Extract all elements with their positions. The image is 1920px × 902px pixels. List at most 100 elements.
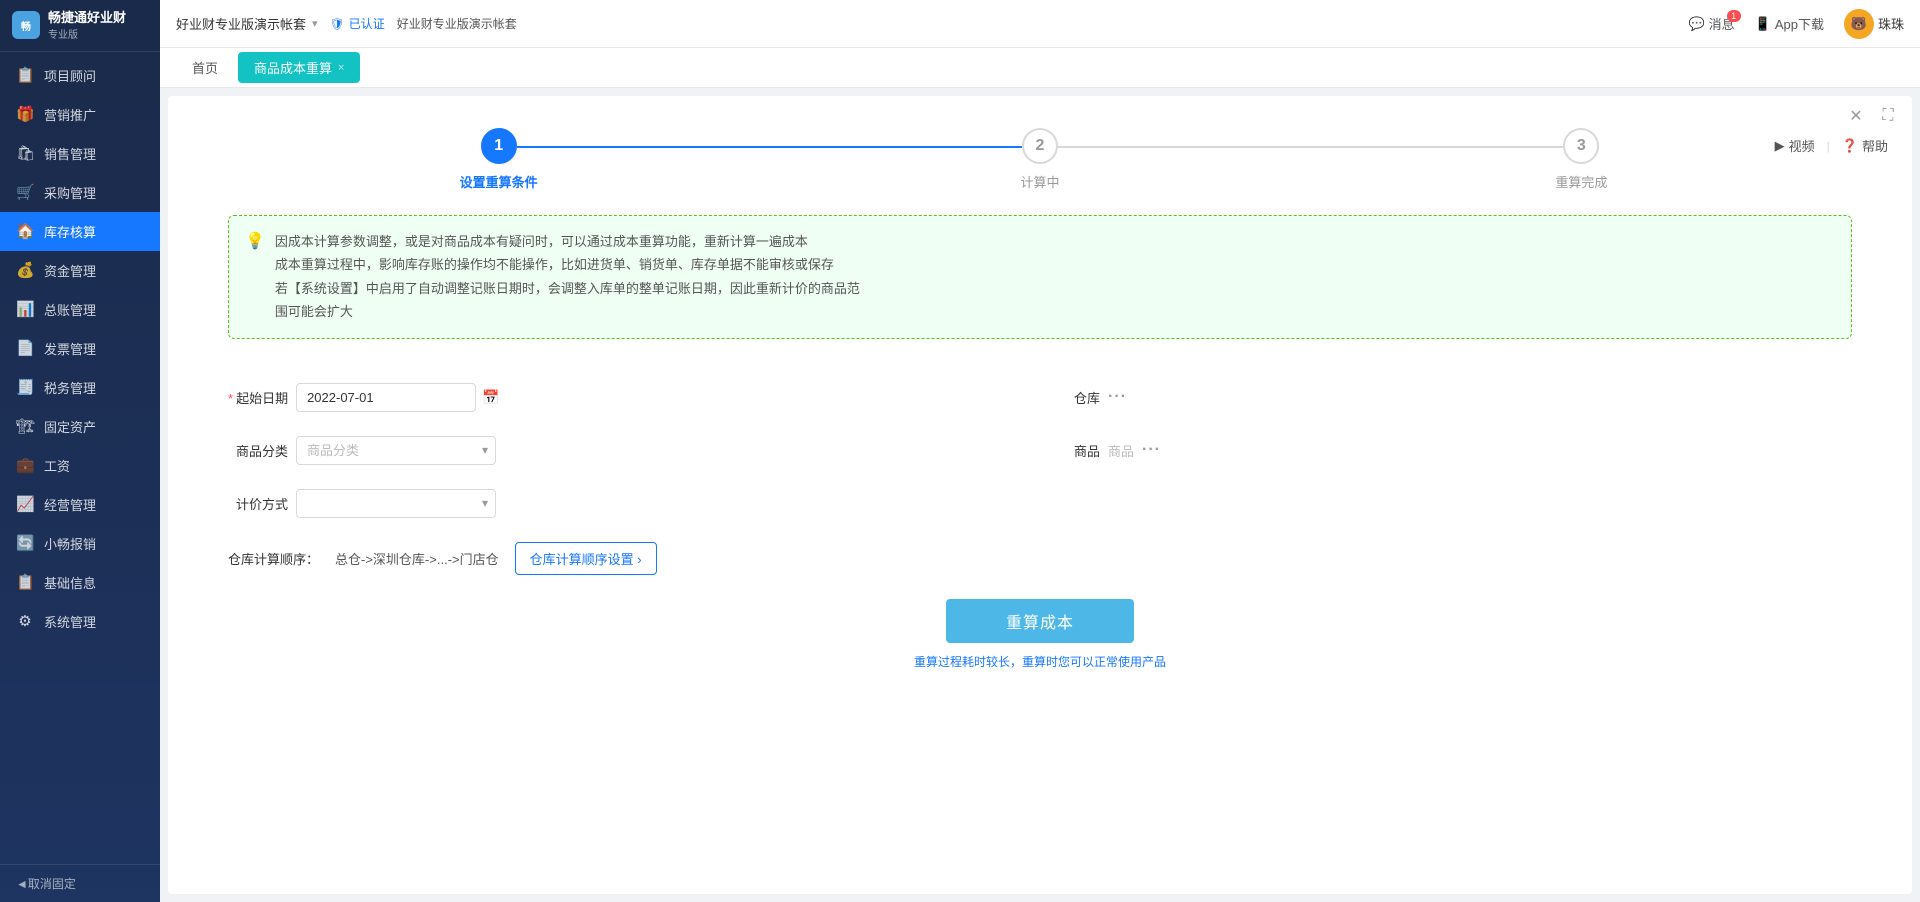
warehouse-order-settings-button[interactable]: 仓库计算顺序设置 › [515,542,657,575]
notice-content: 因成本计算参数调整，或是对商品成本有疑问时，可以通过成本重算功能，重新计算一遍成… [275,230,860,324]
payroll-icon: 💼 [16,456,34,474]
help-docs-link[interactable]: ❓ 帮助 [1842,136,1888,155]
sidebar-item-label-sales: 销售管理 [44,144,96,163]
sidebar-item-project[interactable]: 📋项目顾问 [0,56,160,95]
topbar-message[interactable]: 💬 消息 1 [1688,14,1734,33]
pricing-group: 计价方式 [228,489,1852,518]
sidebar-item-label-purchase: 采购管理 [44,183,96,202]
topbar-app-download[interactable]: 📱 App下载 [1755,14,1824,33]
sidebar-item-label-payroll: 工资 [44,456,70,475]
sidebar-item-assets[interactable]: 🏗 固定资产 [0,407,160,446]
sidebar-item-finance[interactable]: 💰 资金管理 [0,251,160,290]
step-1: 1 设置重算条件 [228,128,769,191]
sidebar-item-label-inventory: 库存核算 [44,222,96,241]
sidebar-item-label-basic: 基础信息 [44,573,96,592]
sidebar-item-label-system: 系统管理 [44,612,96,631]
inventory-icon: 🏠 [16,222,34,240]
expand-window-button[interactable]: ⛶ [1876,104,1900,128]
sidebar-item-label-operation: 经营管理 [44,495,96,514]
form-area: 起始日期 📅 仓库 ··· 商品分类 商品分类 [168,363,1912,690]
tab-home[interactable]: 首页 [176,52,234,83]
goods-label: 商品 [1040,441,1100,460]
pricing-select[interactable] [296,489,496,518]
topbar-app-label: App下载 [1775,14,1824,33]
notice-line-3: 若【系统设置】中启用了自动调整记账日期时，会调整入库单的整单记账日期，因此重新计… [275,277,860,300]
play-icon: ▶ [1775,138,1785,154]
close-window-button[interactable]: ✕ [1844,104,1868,128]
finance-icon: 💰 [16,261,34,279]
assets-icon: 🏗 [16,417,34,435]
project-icon: 📋 [16,66,34,84]
step-2-circle: 2 [1022,128,1058,164]
sidebar-item-expense[interactable]: 🔄小畅报销 [0,524,160,563]
sidebar-logo: 畅 [12,11,40,39]
warehouse-order-label: 仓库计算顺序： [228,549,319,568]
topbar-verified-label: 已认证 [349,15,385,32]
sidebar-item-label-finance: 资金管理 [44,261,96,280]
sidebar-footer[interactable]: ◄取消固定 [0,864,160,902]
sidebar-item-label-tax: 税务管理 [44,378,96,397]
category-group: 商品分类 商品分类 [228,436,1040,465]
notice-line-2: 成本重算过程中，影响库存账的操作均不能操作，比如进货单、销货单、库存单据不能审核… [275,253,860,276]
recalc-button[interactable]: 重算成本 [946,599,1134,643]
sidebar-item-basic[interactable]: 📋基础信息 [0,563,160,602]
warehouse-more-icon[interactable]: ··· [1108,388,1127,406]
sidebar-footer-label: ◄取消固定 [16,875,76,892]
topbar-user[interactable]: 🐻 珠珠 [1844,9,1904,39]
accounting-icon: 📊 [16,300,34,318]
step-3-label: 重算完成 [1555,172,1607,191]
topbar-account[interactable]: 好业财专业版演示帐套 ▾ [176,14,318,33]
tax-icon: 🧾 [16,378,34,396]
topbar-verified-badge: 🛡 已认证 [330,15,385,32]
sidebar-item-sales[interactable]: 🛍销售管理 [0,134,160,173]
goods-group: 商品 商品 ··· [1040,441,1852,460]
recalc-btn-label: 重算成本 [1006,615,1074,632]
sidebar-nav: 📋项目顾问🎁营销推广🛍销售管理🛒采购管理 🏠 库存核算 💰 资金管理 📊总账管理📄发票管理… [0,52,160,864]
tab-recalc[interactable]: 商品成本重算× [238,52,360,83]
sidebar-item-operation[interactable]: 📈 经营管理 [0,485,160,524]
sidebar-item-invoice[interactable]: 📄发票管理 [0,329,160,368]
form-row-3: 计价方式 [228,489,1852,518]
help-video-label: 视频 [1789,136,1815,155]
help-video-link[interactable]: ▶ 视频 [1775,136,1815,155]
sidebar-app-title: 畅捷通好业财 [48,10,126,26]
sidebar-title-area: 畅捷通好业财 专业版 [48,10,126,41]
sidebar-item-tax[interactable]: 🧾 税务管理 [0,368,160,407]
start-date-label: 起始日期 [228,388,288,407]
step-2: 2 计算中 [769,128,1310,191]
goods-more-icon[interactable]: ··· [1142,441,1161,459]
warehouse-order-row: 仓库计算顺序： 总仓->深圳仓库->...->门店仓 仓库计算顺序设置 › [228,542,1852,575]
tab-label-home: 首页 [192,58,218,77]
sidebar-item-purchase[interactable]: 🛒采购管理 [0,173,160,212]
page-content: ✕ ⛶ 1 设置重算条件 2 计算中 3 重算完成 ▶ [168,96,1912,894]
warehouse-label: 仓库 [1040,388,1100,407]
form-row-2: 商品分类 商品分类 商品 商品 ··· [228,436,1852,465]
window-controls: ✕ ⛶ [1844,104,1900,128]
sidebar-item-inventory[interactable]: 🏠 库存核算 [0,212,160,251]
goods-placeholder: 商品 [1108,441,1134,460]
sidebar: 畅 畅捷通好业财 专业版 📋项目顾问🎁营销推广🛍销售管理🛒采购管理 🏠 库存核算 💰 资… [0,0,160,902]
sidebar-item-system[interactable]: ⚙系统管理 [0,602,160,641]
sidebar-item-label-assets: 固定资产 [44,417,96,436]
sidebar-item-accounting[interactable]: 📊总账管理 [0,290,160,329]
category-label: 商品分类 [228,441,288,460]
start-date-input-wrap: 📅 [296,383,499,412]
topbar-chevron-icon: ▾ [312,17,318,30]
notice-line-1: 因成本计算参数调整，或是对商品成本有疑问时，可以通过成本重算功能，重新计算一遍成… [275,230,860,253]
tabs-bar: 首页 商品成本重算× [160,48,1920,88]
tab-close-recalc[interactable]: × [338,62,344,74]
main-area: 好业财专业版演示帐套 ▾ 🛡 已认证 好业财专业版演示帐套 💬 消息 1 📱 A… [160,0,1920,902]
category-select[interactable]: 商品分类 [296,436,496,465]
sidebar-item-marketing[interactable]: 🎁营销推广 [0,95,160,134]
operation-icon: 📈 [16,495,34,513]
category-select-wrap: 商品分类 [296,436,496,465]
mobile-icon: 📱 [1755,16,1771,32]
shield-icon: 🛡 [330,17,345,31]
warehouse-group: 仓库 ··· [1040,388,1852,407]
sidebar-item-payroll[interactable]: 💼 工资 [0,446,160,485]
start-date-input[interactable] [296,383,476,412]
calendar-icon[interactable]: 📅 [482,389,499,406]
start-date-group: 起始日期 📅 [228,383,1040,412]
recalc-hint: 重算过程耗时较长，重算时您可以正常使用产品 [914,653,1166,670]
warehouse-order-btn-label: 仓库计算顺序设置 › [530,549,642,568]
